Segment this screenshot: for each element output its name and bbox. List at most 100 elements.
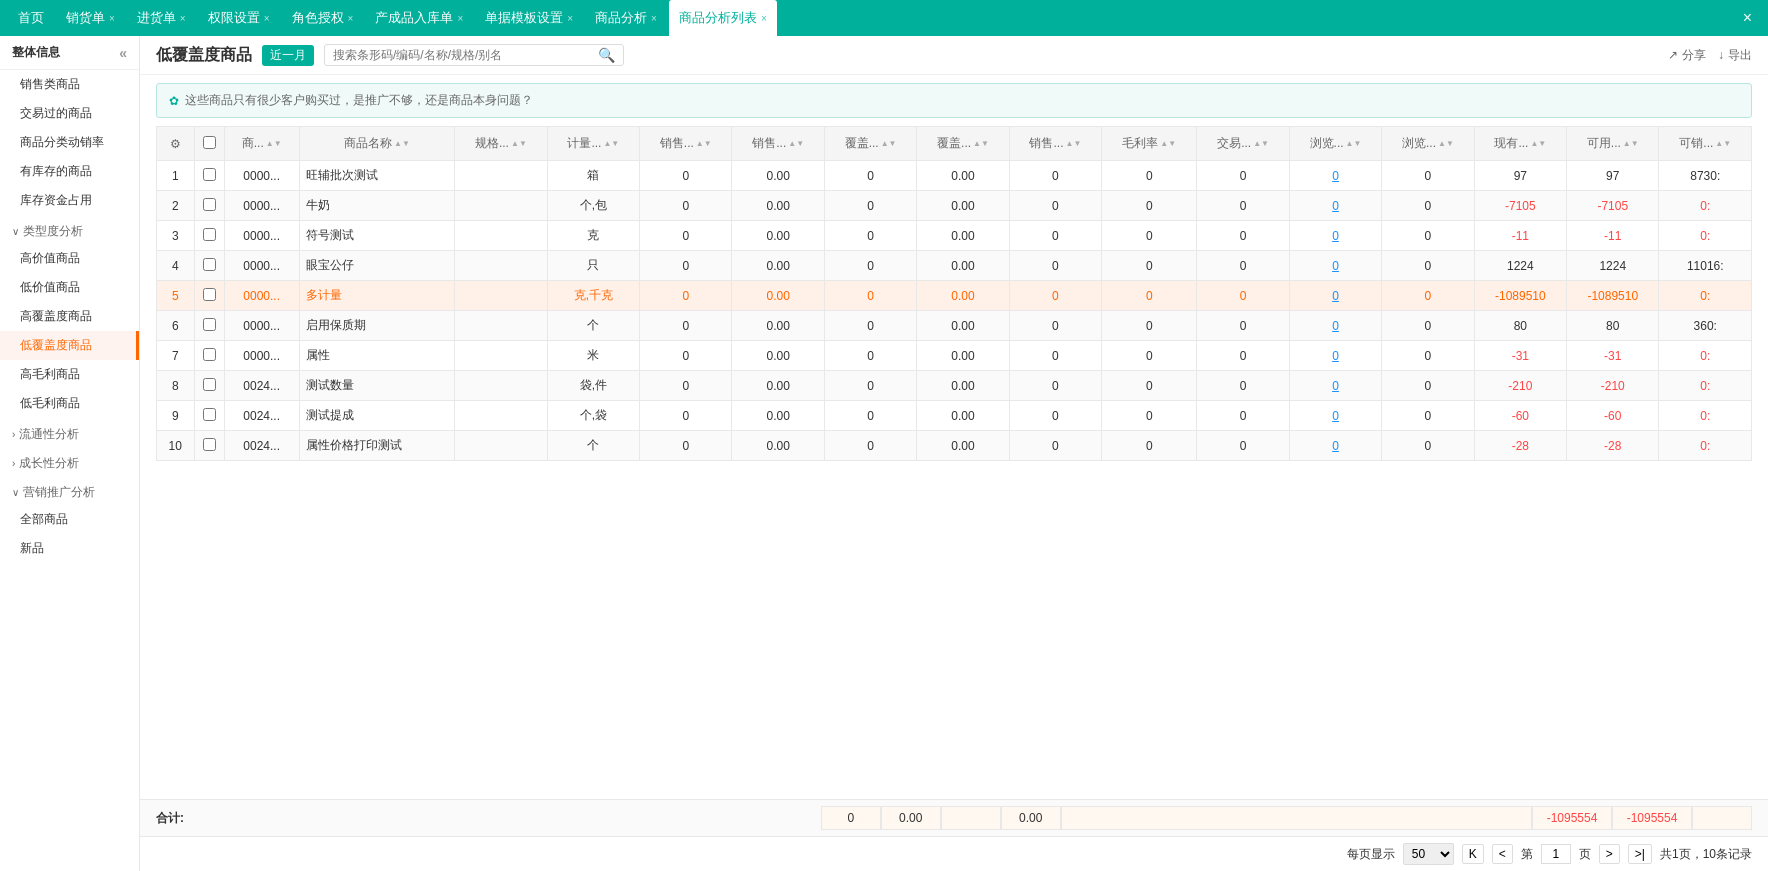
nav-product-analysis[interactable]: 商品分析 × [585,0,667,36]
sidebar-item-new-goods[interactable]: 新品 [0,534,139,563]
view1-link[interactable]: 0 [1332,319,1339,333]
last-page-btn[interactable]: >| [1628,844,1652,864]
cell-checkbox[interactable] [194,311,224,341]
sidebar-header[interactable]: 整体信息 « [0,36,139,70]
select-all-checkbox[interactable] [203,136,216,149]
sidebar-item-stock-capital[interactable]: 库存资金占用 [0,186,139,215]
nav-close-purchase[interactable]: × [180,13,186,24]
cell-checkbox[interactable] [194,401,224,431]
view1-link[interactable]: 0 [1332,229,1339,243]
th-view1[interactable]: 浏览...▲▼ [1289,127,1381,161]
th-settings[interactable]: ⚙ [157,127,195,161]
cell-view1[interactable]: 0 [1289,251,1381,281]
nav-role-auth[interactable]: 角色授权 × [282,0,364,36]
sidebar-item-in-stock-goods[interactable]: 有库存的商品 [0,157,139,186]
nav-close-analysis-list[interactable]: × [761,13,767,24]
th-name[interactable]: 商品名称▲▼ [299,127,454,161]
th-checkbox[interactable] [194,127,224,161]
cell-view1[interactable]: 0 [1289,221,1381,251]
sidebar-item-category-sales-rate[interactable]: 商品分类动销率 [0,128,139,157]
search-icon[interactable]: 🔍 [598,47,615,63]
cell-view1[interactable]: 0 [1289,431,1381,461]
view1-link[interactable]: 0 [1332,259,1339,273]
cell-checkbox[interactable] [194,341,224,371]
th-trade[interactable]: 交易...▲▼ [1197,127,1289,161]
cell-checkbox[interactable] [194,191,224,221]
cell-view1[interactable]: 0 [1289,281,1381,311]
cell-view1[interactable]: 0 [1289,191,1381,221]
sidebar-item-low-value[interactable]: 低价值商品 [0,273,139,302]
page-number-input[interactable] [1541,844,1571,864]
sidebar-item-sales-goods[interactable]: 销售类商品 [0,70,139,99]
nav-close-sales[interactable]: × [109,13,115,24]
nav-sales-order[interactable]: 销货单 × [56,0,125,36]
view1-link[interactable]: 0 [1332,379,1339,393]
view1-link[interactable]: 0 [1332,349,1339,363]
th-cov1[interactable]: 覆盖...▲▼ [824,127,916,161]
nav-permissions[interactable]: 权限设置 × [198,0,280,36]
sidebar-section-quality[interactable]: ∨ 类型度分析 [0,215,139,244]
sidebar-item-low-coverage[interactable]: 低覆盖度商品 [0,331,139,360]
view1-link[interactable]: 0 [1332,439,1339,453]
nav-product-analysis-list[interactable]: 商品分析列表 × [669,0,777,36]
th-code[interactable]: 商...▲▼ [224,127,299,161]
nav-home[interactable]: 首页 [8,0,54,36]
sidebar-item-high-coverage[interactable]: 高覆盖度商品 [0,302,139,331]
cell-checkbox[interactable] [194,431,224,461]
sidebar-section-growth[interactable]: › 成长性分析 [0,447,139,476]
nav-purchase-order[interactable]: 进货单 × [127,0,196,36]
sidebar-item-low-margin[interactable]: 低毛利商品 [0,389,139,418]
cell-checkbox[interactable] [194,371,224,401]
sidebar-collapse-btn[interactable]: « [119,45,127,61]
cell-checkbox[interactable] [194,161,224,191]
cell-checkbox[interactable] [194,251,224,281]
view1-link[interactable]: 0 [1332,289,1339,303]
th-view2[interactable]: 浏览...▲▼ [1382,127,1474,161]
sidebar-item-high-value[interactable]: 高价值商品 [0,244,139,273]
nav-template-settings[interactable]: 单据模板设置 × [475,0,583,36]
sidebar-section-marketing[interactable]: ∨ 营销推广分析 [0,476,139,505]
first-page-btn[interactable]: K [1462,844,1484,864]
view1-link[interactable]: 0 [1332,409,1339,423]
view1-link[interactable]: 0 [1332,199,1339,213]
th-available-stock[interactable]: 可用...▲▼ [1567,127,1659,161]
next-page-btn[interactable]: > [1599,844,1620,864]
th-sales3[interactable]: 销售...▲▼ [1009,127,1101,161]
search-input[interactable] [333,48,594,62]
nav-close-role[interactable]: × [348,13,354,24]
cell-view1[interactable]: 0 [1289,161,1381,191]
nav-close-permissions[interactable]: × [264,13,270,24]
sidebar-item-high-margin[interactable]: 高毛利商品 [0,360,139,389]
time-filter-btn[interactable]: 近一月 [262,45,314,66]
th-unit[interactable]: 计量...▲▼ [547,127,639,161]
cell-sales-qty: 0 [640,311,732,341]
th-cov2[interactable]: 覆盖...▲▼ [917,127,1009,161]
cell-view1[interactable]: 0 [1289,371,1381,401]
nav-close-inbound[interactable]: × [457,13,463,24]
cell-checkbox[interactable] [194,281,224,311]
nav-close-template[interactable]: × [567,13,573,24]
cell-cov2: 0.00 [917,371,1009,401]
view1-link[interactable]: 0 [1332,169,1339,183]
sidebar-section-flow[interactable]: › 流通性分析 [0,418,139,447]
page-size-select[interactable]: 50 100 200 [1403,843,1454,865]
cell-view1[interactable]: 0 [1289,341,1381,371]
settings-icon[interactable]: ⚙ [170,137,181,151]
cell-view1[interactable]: 0 [1289,401,1381,431]
th-sales-qty[interactable]: 销售...▲▼ [640,127,732,161]
nav-close-analysis[interactable]: × [651,13,657,24]
th-margin[interactable]: 毛利率▲▼ [1102,127,1197,161]
cell-view1[interactable]: 0 [1289,311,1381,341]
sidebar-item-traded-goods[interactable]: 交易过的商品 [0,99,139,128]
th-saleable[interactable]: 可销...▲▼ [1659,127,1752,161]
export-btn[interactable]: ↓ 导出 [1718,47,1752,64]
th-sales-amt[interactable]: 销售...▲▼ [732,127,824,161]
prev-page-btn[interactable]: < [1492,844,1513,864]
th-spec[interactable]: 规格...▲▼ [455,127,547,161]
window-close-button[interactable]: × [1735,9,1760,27]
share-btn[interactable]: ↗ 分享 [1668,47,1706,64]
sidebar-item-all-goods[interactable]: 全部商品 [0,505,139,534]
cell-checkbox[interactable] [194,221,224,251]
th-current-stock[interactable]: 现有...▲▼ [1474,127,1566,161]
nav-product-inbound[interactable]: 产成品入库单 × [365,0,473,36]
